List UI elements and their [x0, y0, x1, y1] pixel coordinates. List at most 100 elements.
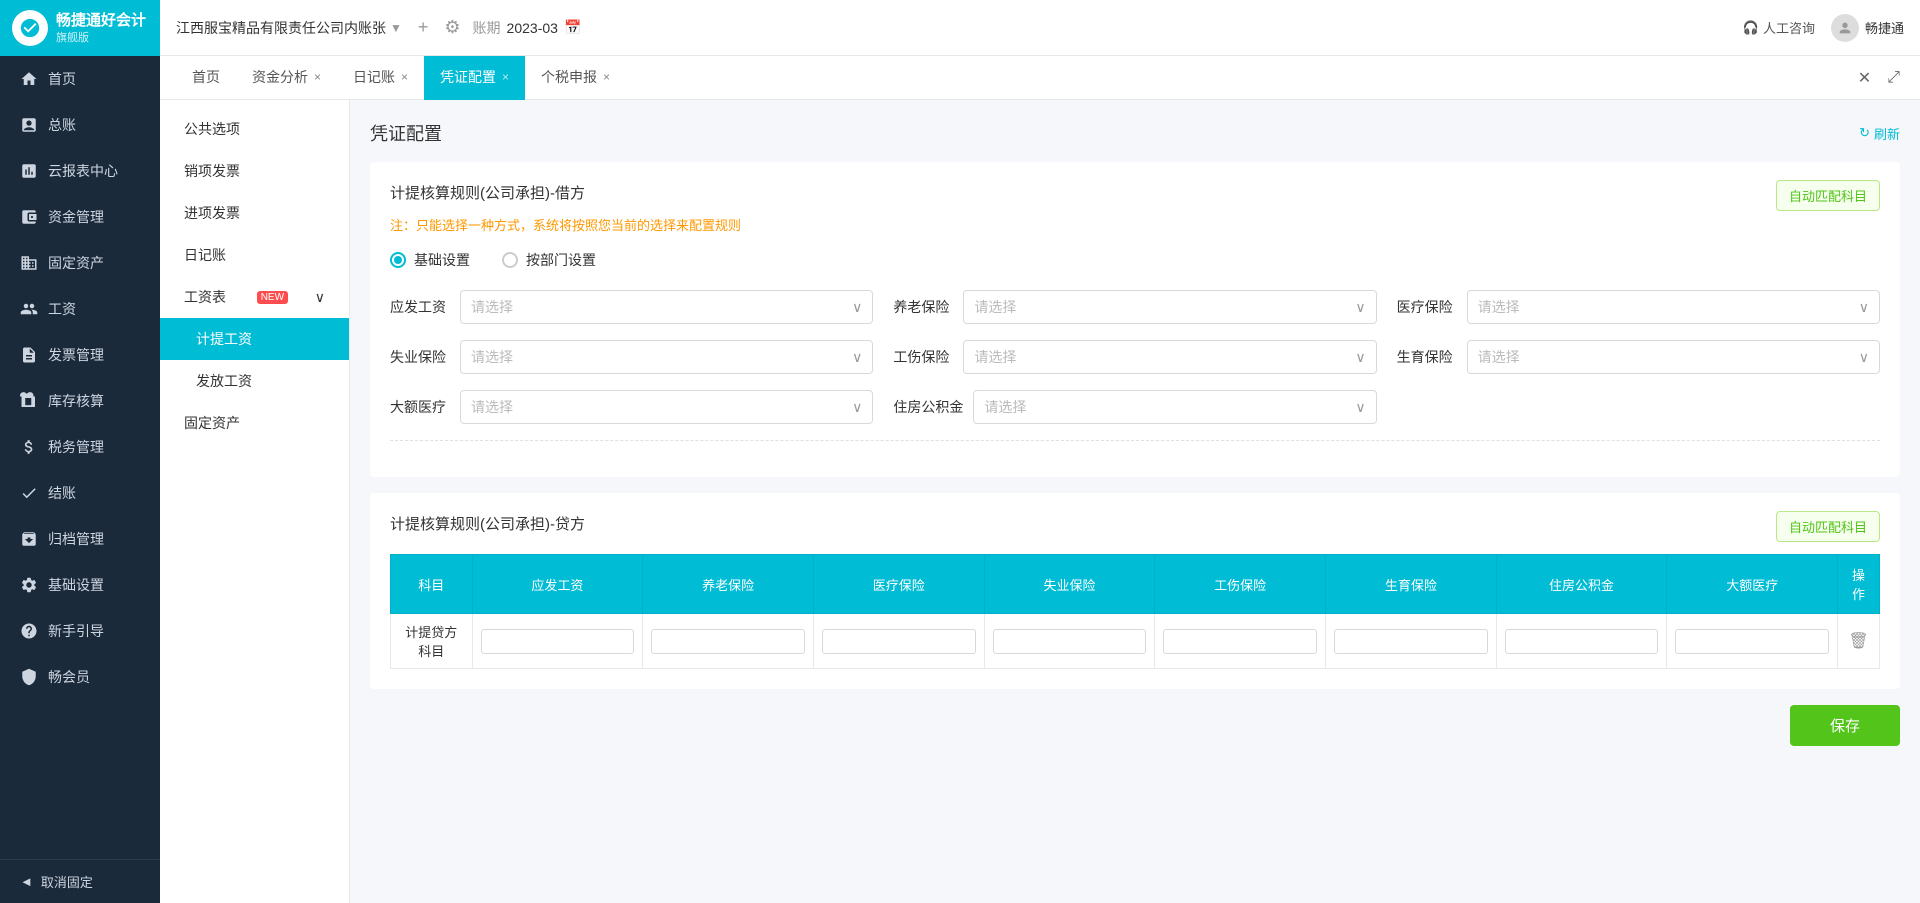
leftnav-fixed-assets[interactable]: 固定资产	[160, 402, 349, 444]
tab-voucher-close[interactable]: ×	[502, 70, 509, 84]
sidebar-item-settings[interactable]: 基础设置	[0, 562, 160, 608]
cell-gongshang[interactable]	[1155, 614, 1326, 669]
cell-yiliao[interactable]	[813, 614, 984, 669]
tab-funds-close[interactable]: ×	[314, 70, 321, 84]
refresh-button[interactable]: ↻ 刷新	[1859, 124, 1900, 143]
service-button[interactable]: 🎧 人工咨询	[1743, 18, 1815, 37]
input-yingfa[interactable]	[481, 629, 635, 654]
tab-tax-close[interactable]: ×	[603, 70, 610, 84]
input-daeliao[interactable]	[1675, 629, 1829, 654]
save-button[interactable]: 保存	[1790, 705, 1900, 746]
th-kemu: 科目	[391, 555, 473, 614]
leftnav-calc-payroll[interactable]: 计提工资	[160, 318, 349, 360]
select-shengyu[interactable]: 请选择 ∨	[1467, 340, 1880, 374]
tab-home[interactable]: 首页	[176, 56, 236, 100]
tab-voucher[interactable]: 凭证配置 ×	[424, 56, 525, 100]
sidebar-item-tax[interactable]: 税务管理	[0, 424, 160, 470]
arrow-shengyu-icon: ∨	[1859, 349, 1869, 366]
tab-expand-button[interactable]: ⤢	[1883, 65, 1904, 91]
sidebar-item-reports[interactable]: 云报表中心	[0, 148, 160, 194]
debit-form-grid: 应发工资 请选择 ∨ 养老保险 请选择 ∨ 医疗	[390, 290, 1880, 424]
credit-section: 计提核算规则(公司承担)-贷方 自动匹配科目 科目 应发工资 养老保险 医疗保险…	[370, 493, 1900, 689]
leftnav-sales[interactable]: 销项发票	[160, 150, 349, 192]
add-account-button[interactable]: +	[414, 17, 433, 38]
tab-journal-close[interactable]: ×	[401, 70, 408, 84]
radio-basic[interactable]: 基础设置	[390, 250, 470, 270]
leftnav-payroll-group: 工资表 NEW ∨ 计提工资 发放工资	[160, 276, 349, 402]
sidebar-label-ledger: 总账	[48, 115, 76, 135]
sidebar-item-assets[interactable]: 固定资产	[0, 240, 160, 286]
field-daeliao-yiliao: 大额医疗 请选择 ∨	[390, 390, 873, 424]
leftnav: 公共选项 销项发票 进项发票 日记账 工资表 NEW ∨ 计提工资	[160, 100, 350, 903]
sidebar-item-member[interactable]: 畅会员	[0, 654, 160, 700]
leftnav-pay-payroll-label: 发放工资	[196, 373, 252, 389]
select-yanglao[interactable]: 请选择 ∨	[963, 290, 1376, 324]
input-shengyu[interactable]	[1334, 629, 1488, 654]
input-zhufang[interactable]	[1505, 629, 1659, 654]
save-section: 保存	[370, 705, 1900, 746]
leftnav-calc-payroll-label: 计提工资	[196, 331, 252, 347]
sidebar-item-home[interactable]: 首页	[0, 56, 160, 102]
calendar-icon[interactable]: 📅	[564, 19, 581, 36]
cell-shengyu[interactable]	[1326, 614, 1497, 669]
input-yanglao[interactable]	[651, 629, 805, 654]
cell-delete[interactable]: 🗑	[1838, 614, 1880, 669]
sidebar-label-member: 畅会员	[48, 667, 90, 687]
leftnav-journal[interactable]: 日记账	[160, 234, 349, 276]
cell-zhufang[interactable]	[1496, 614, 1667, 669]
input-yiliao[interactable]	[822, 629, 976, 654]
leftnav-pay-payroll[interactable]: 发放工资	[160, 360, 349, 402]
tab-funds[interactable]: 资金分析 ×	[236, 56, 337, 100]
sidebar-item-archive[interactable]: 归档管理	[0, 516, 160, 562]
leftnav-fixed-assets-label: 固定资产	[184, 415, 240, 431]
sidebar-item-checkout[interactable]: 结账	[0, 470, 160, 516]
tab-journal[interactable]: 日记账 ×	[337, 56, 424, 100]
sidebar-label-reports: 云报表中心	[48, 161, 118, 181]
placeholder-daeliao: 请选择	[471, 397, 513, 417]
leftnav-purchase[interactable]: 进项发票	[160, 192, 349, 234]
delete-icon[interactable]: 🗑	[1848, 633, 1868, 650]
user-menu[interactable]: 畅捷通	[1831, 14, 1904, 42]
cell-daeliao[interactable]	[1667, 614, 1838, 669]
main-area: 江西服宝精品有限责任公司内账张 ▼ + ⚙ 账期 2023-03 📅 🎧 人工咨…	[160, 0, 1920, 903]
select-zhufang[interactable]: 请选择 ∨	[973, 390, 1376, 424]
chevron-down-icon: ∨	[315, 289, 325, 306]
sidebar-item-payroll[interactable]: 工资	[0, 286, 160, 332]
logo-title: 畅捷通好会计	[56, 11, 146, 31]
select-yiliao[interactable]: 请选择 ∨	[1467, 290, 1880, 324]
radio-dept[interactable]: 按部门设置	[502, 250, 596, 270]
sidebar-cancel-fixed[interactable]: ◄ 取消固定	[0, 859, 160, 903]
select-daeliao[interactable]: 请选择 ∨	[460, 390, 873, 424]
debit-auto-match-button[interactable]: 自动匹配科目	[1776, 180, 1880, 211]
cell-yingfa[interactable]	[472, 614, 643, 669]
sidebar-item-ledger[interactable]: 总账	[0, 102, 160, 148]
tab-tax[interactable]: 个税申报 ×	[525, 56, 626, 100]
label-daeliao: 大额医疗	[390, 397, 450, 417]
company-arrow-icon: ▼	[390, 21, 402, 35]
leftnav-public[interactable]: 公共选项	[160, 108, 349, 150]
th-yiliao: 医疗保险	[813, 555, 984, 614]
tabbar-actions: ✕ ⤢	[1854, 64, 1904, 92]
credit-section-title: 计提核算规则(公司承担)-贷方	[390, 513, 1880, 534]
sidebar-item-funds[interactable]: 资金管理	[0, 194, 160, 240]
select-gongshang[interactable]: 请选择 ∨	[963, 340, 1376, 374]
tab-close-button[interactable]: ✕	[1854, 64, 1875, 92]
cell-yanglao[interactable]	[643, 614, 814, 669]
period-label: 账期	[473, 18, 501, 38]
new-badge: NEW	[257, 291, 288, 304]
tab-journal-label: 日记账	[353, 67, 395, 87]
leftnav-payroll-header[interactable]: 工资表 NEW ∨	[160, 276, 349, 318]
company-selector[interactable]: 江西服宝精品有限责任公司内账张 ▼	[176, 18, 402, 38]
sidebar-item-inventory[interactable]: 库存核算	[0, 378, 160, 424]
select-shiye[interactable]: 请选择 ∨	[460, 340, 873, 374]
leftnav-public-label: 公共选项	[184, 121, 240, 137]
cell-shiye[interactable]	[984, 614, 1155, 669]
settings-icon[interactable]: ⚙	[444, 17, 460, 38]
input-shiye[interactable]	[993, 629, 1147, 654]
input-gongshang[interactable]	[1163, 629, 1317, 654]
sidebar-item-invoice[interactable]: 发票管理	[0, 332, 160, 378]
sidebar-item-guide[interactable]: 新手引导	[0, 608, 160, 654]
field-yingfa-gongzi: 应发工资 请选择 ∨	[390, 290, 873, 324]
select-yingfa[interactable]: 请选择 ∨	[460, 290, 873, 324]
credit-auto-match-button[interactable]: 自动匹配科目	[1776, 511, 1880, 542]
